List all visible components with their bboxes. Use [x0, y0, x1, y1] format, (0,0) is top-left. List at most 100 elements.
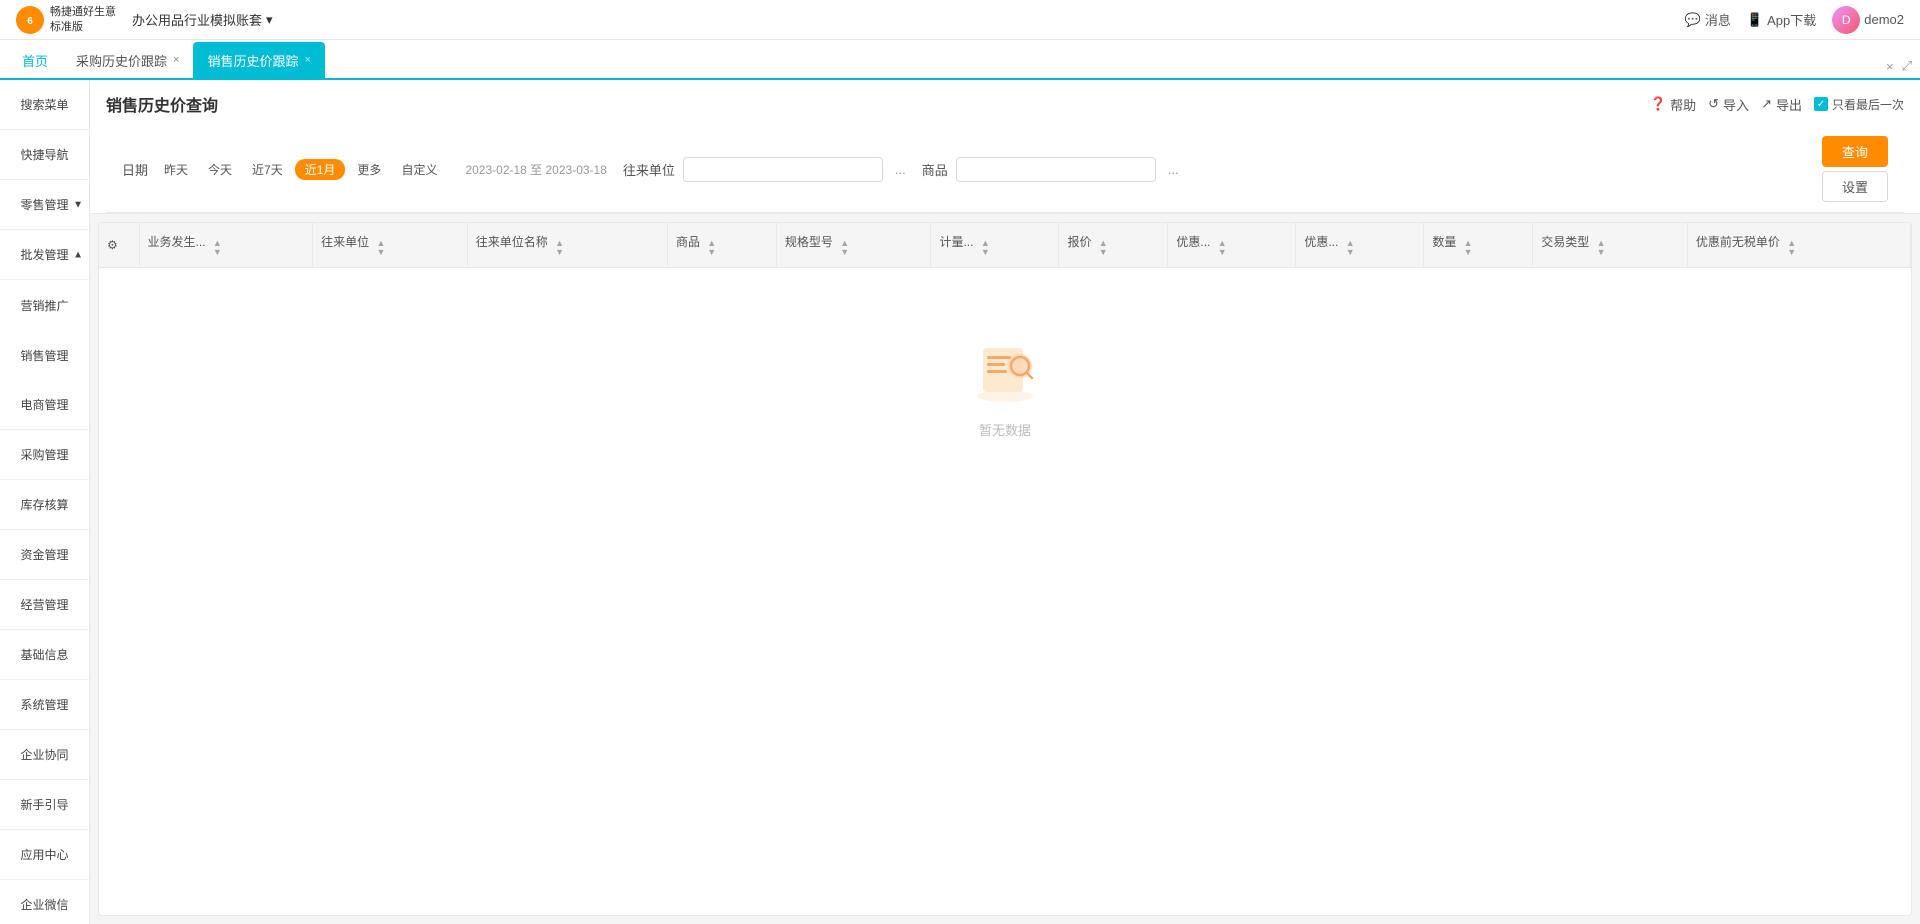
query-btn-group: 查询 设置: [1822, 136, 1888, 202]
sidebar-item-system[interactable]: 系统管理: [0, 680, 89, 730]
export-button[interactable]: ↗ 导出: [1761, 95, 1802, 114]
content-area: 销售历史价查询 ❓ 帮助 ↺ 导入 ↗ 导出 ✓: [90, 80, 1920, 924]
sort-arrows-biz-date: ▲▼: [213, 239, 222, 257]
app-download-button[interactable]: 📱 App下载: [1747, 10, 1816, 29]
page-header: 销售历史价查询 ❓ 帮助 ↺ 导入 ↗ 导出 ✓: [90, 80, 1920, 214]
th-counterparty-code[interactable]: 往来单位 ▲▼: [313, 223, 468, 268]
th-unit[interactable]: 计量... ▲▼: [931, 223, 1059, 268]
sidebar-purchase-label: 采购管理: [20, 446, 68, 463]
th-goods[interactable]: 商品 ▲▼: [667, 223, 776, 268]
sort-arrows-spec: ▲▼: [840, 239, 849, 257]
logo-text: 畅捷通好生意 标准版: [50, 5, 116, 34]
message-icon: 💬: [1685, 12, 1701, 28]
company-name: 办公用品行业模拟账套: [132, 10, 262, 29]
th-biz-date[interactable]: 业务发生... ▲▼: [139, 223, 313, 268]
sort-arrows-trade-type: ▲▼: [1597, 239, 1606, 257]
empty-state: 暂无数据: [99, 268, 1911, 499]
date-1month-btn[interactable]: 近1月: [295, 159, 346, 180]
th-gear: ⚙: [99, 223, 139, 268]
user-menu[interactable]: D demo2: [1832, 6, 1904, 34]
main-layout: 搜索菜单 快捷导航 零售管理 ▼ 批发管理 ▲ 营销推广 销售管理 电商管理 采…: [0, 80, 1920, 924]
sidebar-item-retail[interactable]: 零售管理 ▼: [0, 180, 89, 230]
top-bar-right: 💬 消息 📱 App下载 D demo2: [1685, 6, 1904, 34]
sort-arrows-counterparty-code: ▲▼: [376, 239, 385, 257]
sidebar-item-ecommerce[interactable]: 电商管理: [0, 380, 89, 430]
maximize-icon[interactable]: ⤢: [1902, 58, 1912, 74]
sidebar-item-tutorial[interactable]: 新手引导: [0, 780, 89, 830]
sidebar-tutorial-label: 新手引导: [20, 796, 68, 813]
date-today-btn[interactable]: 今天: [200, 159, 240, 180]
top-bar: 6 畅捷通好生意 标准版 办公用品行业模拟账套 ▾ 💬 消息 📱 App下载 D…: [0, 0, 1920, 40]
sidebar-item-enterprise[interactable]: 企业协同: [0, 730, 89, 780]
sidebar-item-sales-mgmt[interactable]: 销售管理: [8, 330, 81, 380]
sidebar-item-search-menu[interactable]: 搜索菜单: [0, 80, 89, 130]
data-table: ⚙ 业务发生... ▲▼ 往来单位 ▲▼ 往来单位名称 ▲▼: [99, 223, 1911, 268]
sidebar-quick-nav-label: 快捷导航: [20, 146, 68, 163]
tab-bar: 首页 采购历史价跟踪 × 销售历史价跟踪 × × ⤢: [0, 40, 1920, 80]
sort-arrows-unit: ▲▼: [981, 239, 990, 257]
tab-purchase-history[interactable]: 采购历史价跟踪 ×: [62, 42, 193, 78]
tab-sales-history-close[interactable]: ×: [304, 54, 310, 66]
th-trade-type[interactable]: 交易类型 ▲▼: [1533, 223, 1688, 268]
sort-arrows-goods: ▲▼: [707, 239, 716, 257]
date-yesterday-btn[interactable]: 昨天: [156, 159, 196, 180]
sidebar-item-wechat[interactable]: 企业微信: [0, 880, 89, 924]
date-buttons: 昨天 今天 近7天 近1月 更多 自定义: [156, 159, 445, 180]
table-container: ⚙ 业务发生... ▲▼ 往来单位 ▲▼ 往来单位名称 ▲▼: [98, 222, 1912, 916]
sidebar-item-purchase[interactable]: 采购管理: [0, 430, 89, 480]
sort-arrows-discount2: ▲▼: [1346, 239, 1355, 257]
date-filter-group: 日期 昨天 今天 近7天 近1月 更多 自定义: [122, 159, 445, 180]
svg-text:6: 6: [27, 16, 33, 27]
close-window-icon[interactable]: ×: [1886, 59, 1894, 74]
logo-icon: 6: [16, 6, 44, 34]
date-range-display: 2023-02-18 至 2023-03-18: [461, 161, 606, 178]
sidebar-item-basic-info[interactable]: 基础信息: [0, 630, 89, 680]
date-custom-btn[interactable]: 自定义: [393, 159, 445, 180]
date-more-btn[interactable]: 更多: [349, 159, 389, 180]
tab-purchase-history-close[interactable]: ×: [173, 54, 179, 66]
counterparty-dots[interactable]: ...: [895, 162, 906, 177]
only-latest-checkbox[interactable]: ✓ 只看最后一次: [1814, 96, 1904, 113]
sort-arrows-no-tax-price: ▲▼: [1787, 239, 1796, 257]
sidebar-item-operations[interactable]: 经营管理: [0, 580, 89, 630]
th-no-tax-price[interactable]: 优惠前无税单价 ▲▼: [1687, 223, 1910, 268]
sort-arrows-discount1: ▲▼: [1218, 239, 1227, 257]
th-counterparty-name[interactable]: 往来单位名称 ▲▼: [467, 223, 667, 268]
message-button[interactable]: 💬 消息: [1685, 10, 1731, 29]
page-actions: ❓ 帮助 ↺ 导入 ↗ 导出 ✓ 只看最后一次: [1650, 95, 1904, 114]
sidebar-item-marketing[interactable]: 营销推广: [8, 280, 81, 330]
import-button[interactable]: ↺ 导入: [1708, 95, 1749, 114]
sidebar-item-wholesale[interactable]: 批发管理 ▲: [0, 230, 89, 280]
checkbox-checked-icon: ✓: [1814, 97, 1828, 111]
settings-button[interactable]: 设置: [1822, 171, 1888, 202]
filter-area: 日期 昨天 今天 近7天 近1月 更多 自定义 2023-02-18 至 202…: [106, 126, 1904, 213]
company-selector[interactable]: 办公用品行业模拟账套 ▾: [124, 6, 281, 33]
page-title-row: 销售历史价查询 ❓ 帮助 ↺ 导入 ↗ 导出 ✓: [106, 92, 1904, 116]
sidebar-item-finance[interactable]: 资金管理: [0, 530, 89, 580]
th-spec[interactable]: 规格型号 ▲▼: [776, 223, 931, 268]
th-quantity[interactable]: 数量 ▲▼: [1424, 223, 1533, 268]
th-quoted-price[interactable]: 报价 ▲▼: [1059, 223, 1168, 268]
sidebar-item-inventory[interactable]: 库存核算: [0, 480, 89, 530]
query-button[interactable]: 查询: [1822, 136, 1888, 167]
sidebar-item-app-center[interactable]: 应用中心: [0, 830, 89, 880]
gear-icon[interactable]: ⚙: [107, 238, 118, 252]
tab-bar-actions: × ⤢: [1886, 58, 1912, 78]
th-discount2[interactable]: 优惠... ▲▼: [1296, 223, 1424, 268]
help-button[interactable]: ❓ 帮助: [1650, 95, 1696, 114]
tab-home[interactable]: 首页: [8, 42, 62, 78]
goods-dots[interactable]: ...: [1168, 162, 1179, 177]
dropdown-arrow-icon: ▾: [266, 12, 273, 28]
tab-sales-history[interactable]: 销售历史价跟踪 ×: [193, 42, 324, 78]
counterparty-filter-group: 往来单位 ...: [623, 157, 906, 182]
th-discount1[interactable]: 优惠... ▲▼: [1168, 223, 1296, 268]
date-last7-btn[interactable]: 近7天: [244, 159, 291, 180]
sidebar-enterprise-label: 企业协同: [20, 746, 68, 763]
avatar: D: [1832, 6, 1860, 34]
sidebar-wholesale-label: 批发管理: [20, 246, 68, 263]
sidebar-item-quick-nav[interactable]: 快捷导航: [0, 130, 89, 180]
sort-arrows-counterparty-name: ▲▼: [555, 239, 564, 257]
goods-input[interactable]: [956, 157, 1156, 182]
counterparty-input[interactable]: [683, 157, 883, 182]
help-icon: ❓: [1650, 96, 1666, 112]
